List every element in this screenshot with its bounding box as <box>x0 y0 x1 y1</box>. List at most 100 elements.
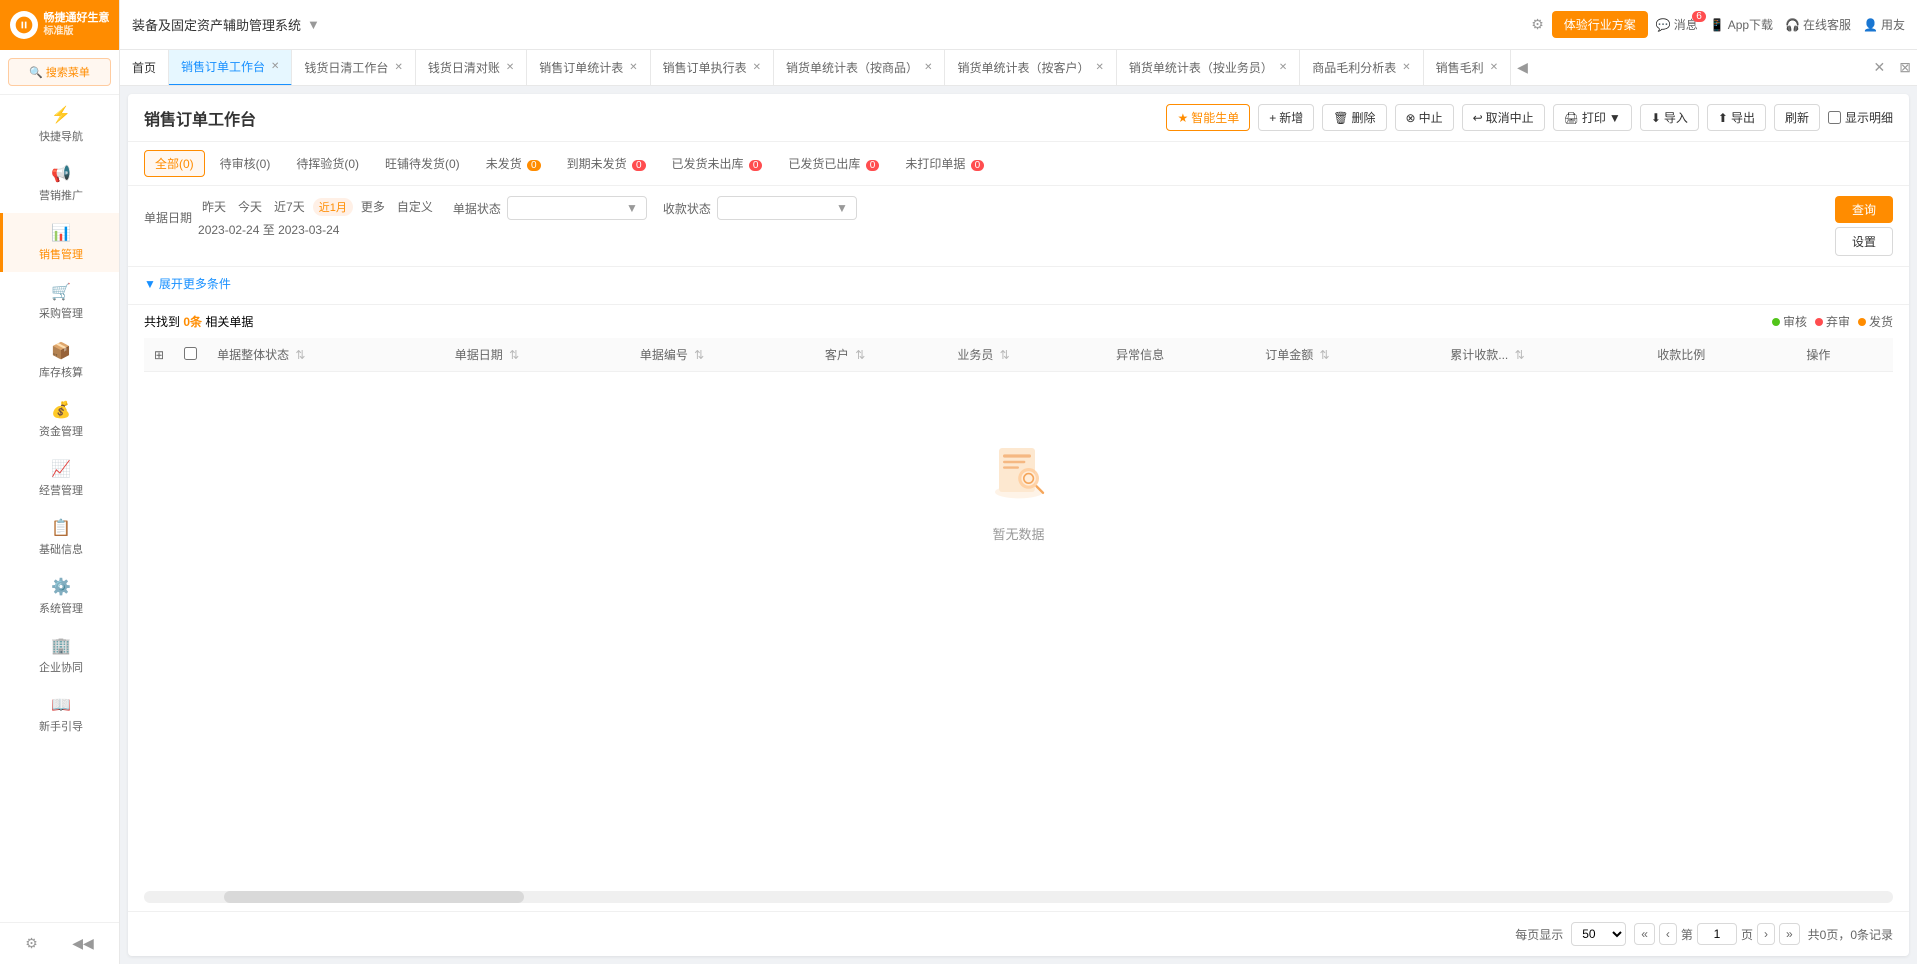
tab-reconciliation[interactable]: 钱货日清对账 ✕ <box>416 50 527 86</box>
sidebar-item-purchase[interactable]: 🛒 采购管理 <box>0 272 119 331</box>
tab-close-order-exec[interactable]: ✕ <box>753 62 761 73</box>
filter-tab-wangpu[interactable]: 旺铺待发货(0) <box>374 150 471 177</box>
cancel-stop-button[interactable]: ↩ 取消中止 <box>1462 104 1545 131</box>
page-number-input[interactable] <box>1697 923 1737 945</box>
sidebar-item-sales[interactable]: 📊 销售管理 <box>0 213 119 272</box>
filter-tab-unprinted[interactable]: 未打印单据 0 <box>894 150 995 177</box>
sidebar-item-guide[interactable]: 📖 新手引导 <box>0 685 119 744</box>
sort-collected-icon[interactable]: ⇅ <box>1515 348 1525 362</box>
filter-tab-all[interactable]: 全部(0) <box>144 150 205 177</box>
tab-sales-order-workbench[interactable]: 销售订单工作台 ✕ <box>169 50 292 86</box>
page-next-button[interactable]: › <box>1757 923 1775 945</box>
tab-sales-staff[interactable]: 销货单统计表（按业务员） ✕ <box>1117 50 1300 86</box>
solution-button[interactable]: 体验行业方案 <box>1552 11 1648 38</box>
date-option-today[interactable]: 今天 <box>234 196 266 217</box>
settings-icon[interactable]: ⚙ <box>21 931 42 956</box>
refresh-button[interactable]: 刷新 <box>1774 104 1820 131</box>
export-button[interactable]: ⬆ 导出 <box>1707 104 1766 131</box>
show-detail-checkbox[interactable] <box>1828 111 1841 124</box>
tab-close-money-daily[interactable]: ✕ <box>394 62 402 73</box>
tab-sales-product[interactable]: 销货单统计表（按商品） ✕ <box>774 50 945 86</box>
tab-close-all-button[interactable]: ⊠ <box>1893 57 1917 78</box>
app-download-button[interactable]: 📱 App下载 <box>1710 16 1773 33</box>
page-size-label: 每页显示 <box>1515 926 1563 943</box>
page-prev-button[interactable]: ‹ <box>1659 923 1677 945</box>
tab-margin-analysis[interactable]: 商品毛利分析表 ✕ <box>1300 50 1423 86</box>
sort-customer-icon[interactable]: ⇅ <box>855 348 865 362</box>
sidebar-item-operation[interactable]: 📈 经营管理 <box>0 449 119 508</box>
sidebar-item-marketing[interactable]: 📢 营销推广 <box>0 154 119 213</box>
date-option-more[interactable]: 更多 <box>357 196 389 217</box>
show-detail-label[interactable]: 显示明细 <box>1828 109 1893 126</box>
topbar-dropdown-icon[interactable]: ▼ <box>307 17 320 32</box>
sidebar-item-basic[interactable]: 📋 基础信息 <box>0 508 119 567</box>
sidebar-item-inventory[interactable]: 📦 库存核算 <box>0 331 119 390</box>
stop-button[interactable]: ⊗ 中止 <box>1395 104 1454 131</box>
sidebar-item-corp[interactable]: 🏢 企业协同 <box>0 626 119 685</box>
collapse-icon[interactable]: ◀◀ <box>68 931 98 956</box>
tab-sales-customer[interactable]: 销货单统计表（按客户） ✕ <box>945 50 1116 86</box>
status-select[interactable]: ▼ <box>507 196 647 220</box>
tab-home[interactable]: 首页 <box>120 50 169 86</box>
sidebar-item-finance[interactable]: 💰 资金管理 <box>0 390 119 449</box>
tab-close-margin-analysis[interactable]: ✕ <box>1402 62 1410 73</box>
search-settings-button[interactable]: 设置 <box>1835 227 1893 256</box>
filter-tab-unshipped[interactable]: 未发货 0 <box>475 150 552 177</box>
select-all-checkbox[interactable] <box>184 347 197 360</box>
filter-tab-shipped-not-out[interactable]: 已发货未出库 0 <box>661 150 774 177</box>
query-button[interactable]: 查询 <box>1835 196 1893 223</box>
tab-close-sales-margin[interactable]: ✕ <box>1490 62 1498 73</box>
topbar-gear-icon[interactable]: ⚙ <box>1531 16 1544 33</box>
date-option-yesterday[interactable]: 昨天 <box>198 196 230 217</box>
filter-tab-pending-review[interactable]: 待审核(0) <box>209 150 282 177</box>
message-button[interactable]: 💬 消息 6 <box>1656 16 1698 33</box>
filter-tab-pending-inspect[interactable]: 待挥验货(0) <box>285 150 370 177</box>
add-button[interactable]: + 新增 <box>1258 104 1314 131</box>
sort-amount-icon[interactable]: ⇅ <box>1320 348 1330 362</box>
sort-status-icon[interactable]: ⇅ <box>295 348 305 362</box>
tab-close-order-stats[interactable]: ✕ <box>629 62 637 73</box>
tab-close-sales-customer[interactable]: ✕ <box>1095 62 1103 73</box>
filter-tab-overdue[interactable]: 到期未发货 0 <box>556 150 657 177</box>
tab-money-daily-workbench[interactable]: 钱货日清工作台 ✕ <box>292 50 415 86</box>
filter-tab-shipped-out[interactable]: 已发货已出库 0 <box>777 150 890 177</box>
online-service-button[interactable]: 🎧 在线客服 <box>1785 16 1851 33</box>
sidebar-item-system[interactable]: ⚙️ 系统管理 <box>0 567 119 626</box>
expand-more-button[interactable]: ▼ 展开更多条件 <box>144 271 1893 296</box>
main-panel: 销售订单工作台 ★ 智能生单 + 新增 🗑 删除 ⊗ <box>128 94 1909 956</box>
horizontal-scrollbar[interactable] <box>144 891 1893 903</box>
scroll-thumb[interactable] <box>224 891 524 903</box>
page-last-button[interactable]: » <box>1779 923 1800 945</box>
tab-order-exec[interactable]: 销售订单执行表 ✕ <box>651 50 774 86</box>
result-actions: 审核 弃审 发货 <box>1772 313 1893 330</box>
delete-button[interactable]: 🗑 删除 <box>1322 104 1386 131</box>
search-menu-button[interactable]: 🔍 搜索菜单 <box>8 58 111 86</box>
cancel-review-button[interactable]: 弃审 <box>1815 313 1850 330</box>
smart-generate-button[interactable]: ★ 智能生单 <box>1166 104 1250 131</box>
tab-close-current-button[interactable]: ✕ <box>1868 57 1892 78</box>
import-button[interactable]: ⬇ 导入 <box>1640 104 1699 131</box>
print-button[interactable]: 🖨 打印 ▼ <box>1553 104 1632 131</box>
tab-order-stats[interactable]: 销售订单统计表 ✕ <box>527 50 650 86</box>
sidebar-logo: 畅捷通好生意 标准版 <box>0 0 119 50</box>
tab-close-reconciliation[interactable]: ✕ <box>506 62 514 73</box>
date-option-7days[interactable]: 近7天 <box>270 196 309 217</box>
date-option-1month[interactable]: 近1月 <box>313 198 353 216</box>
tab-close-sales-staff[interactable]: ✕ <box>1279 62 1287 73</box>
page-first-button[interactable]: « <box>1634 923 1655 945</box>
sort-staff-icon[interactable]: ⇅ <box>1000 348 1010 362</box>
tab-sales-margin[interactable]: 销售毛利 ✕ <box>1424 50 1511 86</box>
sidebar-item-quicknav[interactable]: ⚡ 快捷导航 <box>0 95 119 154</box>
tab-prev-button[interactable]: ◀ <box>1511 59 1534 76</box>
user-menu-button[interactable]: 👤 用友 <box>1863 16 1905 33</box>
marketing-icon: 📢 <box>51 164 71 184</box>
sort-number-icon[interactable]: ⇅ <box>694 348 704 362</box>
sort-date-icon[interactable]: ⇅ <box>509 348 519 362</box>
page-size-select[interactable]: 50 10 20 100 <box>1571 922 1626 946</box>
review-button[interactable]: 审核 <box>1772 313 1807 330</box>
tab-close-sales-product[interactable]: ✕ <box>924 62 932 73</box>
date-option-custom[interactable]: 自定义 <box>393 196 437 217</box>
payment-select[interactable]: ▼ <box>717 196 857 220</box>
tab-close-sales-order[interactable]: ✕ <box>271 61 279 72</box>
ship-button[interactable]: 发货 <box>1858 313 1893 330</box>
